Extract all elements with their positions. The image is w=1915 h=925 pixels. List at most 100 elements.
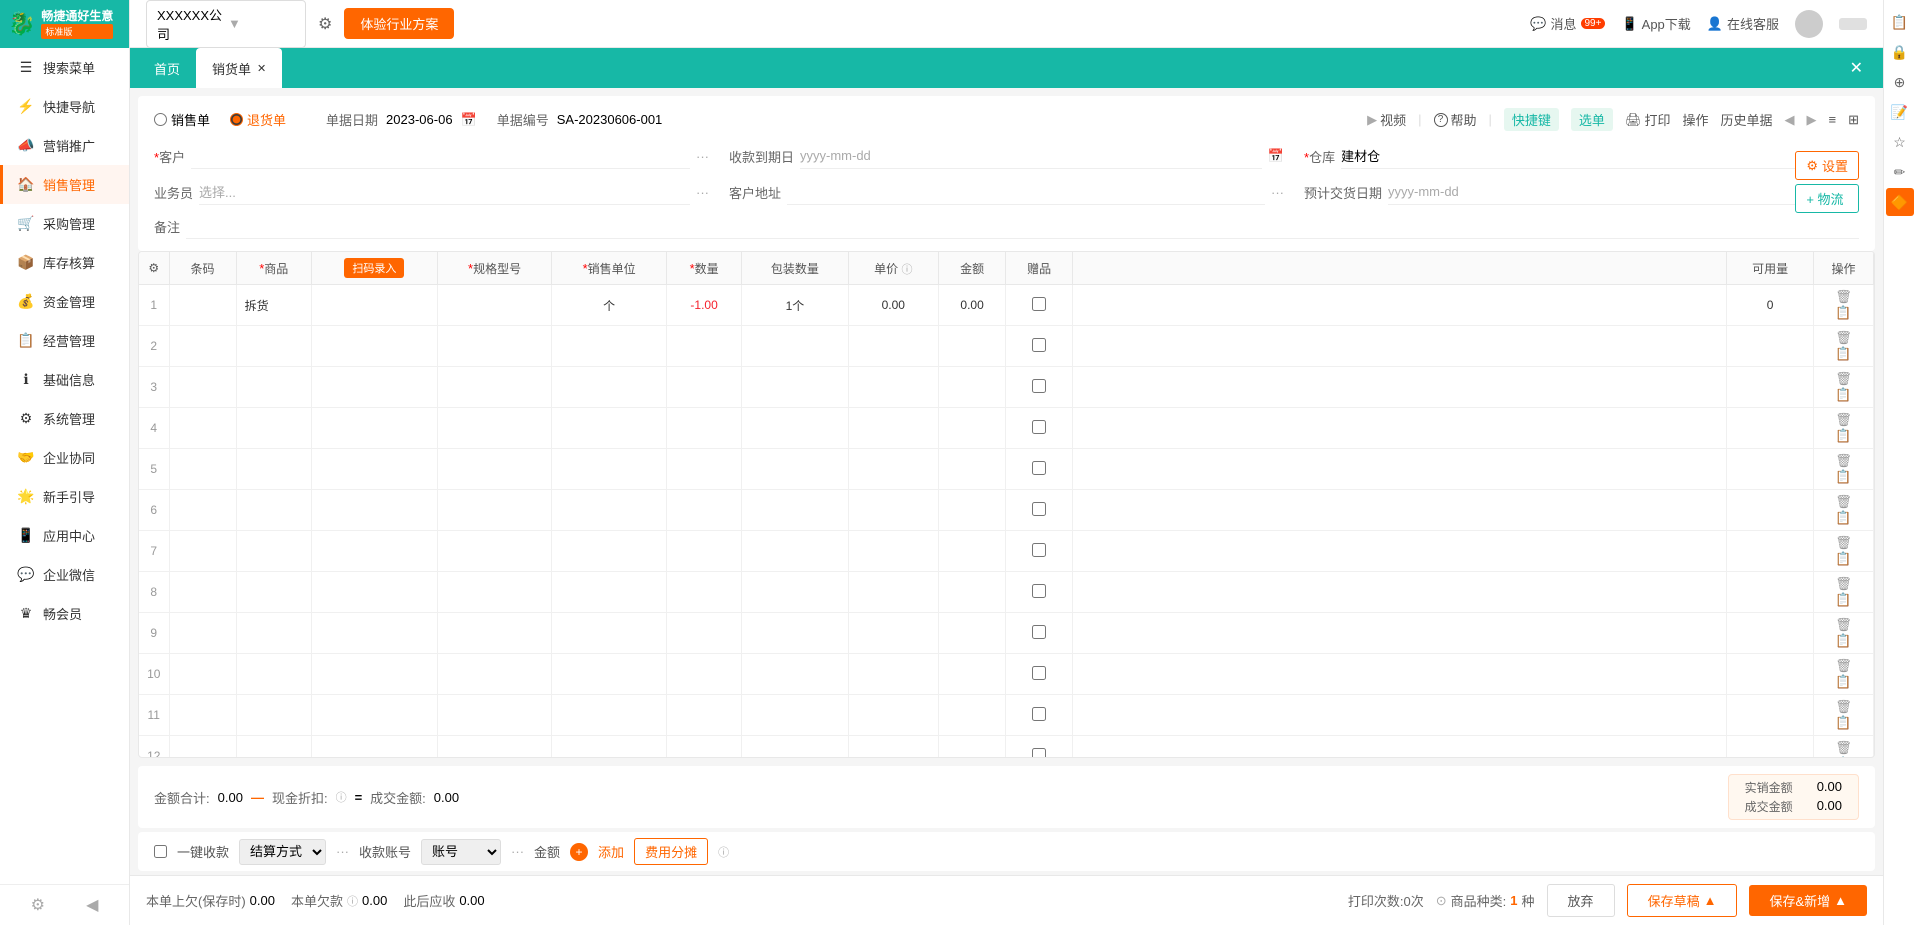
sidebar-item-quick-nav[interactable]: ⚡快捷导航	[0, 87, 129, 126]
panel-btn-5[interactable]: ☆	[1886, 128, 1914, 156]
cell-qty-2[interactable]	[666, 367, 741, 408]
copy-icon-3[interactable]: 📋	[1835, 428, 1851, 443]
radio-sales[interactable]: 销售单	[154, 110, 210, 129]
cell-amount-9[interactable]	[939, 654, 1006, 695]
sidebar-item-operations[interactable]: 📋经营管理	[0, 321, 129, 360]
cell-spec-7[interactable]	[437, 572, 552, 613]
cell-gift-11[interactable]	[1006, 736, 1073, 759]
cell-gift-6[interactable]	[1006, 531, 1073, 572]
help-discount-icon[interactable]: ⓘ	[336, 789, 347, 805]
cell-price-10[interactable]	[848, 695, 938, 736]
cell-product-6[interactable]	[236, 531, 311, 572]
experience-button[interactable]: 体验行业方案	[344, 8, 454, 39]
panel-btn-7[interactable]: 🔶	[1886, 188, 1914, 216]
expense-help-icon[interactable]: ⓘ	[718, 844, 729, 860]
delete-icon-3[interactable]: 🗑	[1835, 412, 1852, 427]
cell-amount-4[interactable]	[939, 449, 1006, 490]
cell-barcode-11[interactable]	[169, 736, 236, 759]
cell-barcode-5[interactable]	[169, 490, 236, 531]
sidebar-item-enterprise[interactable]: 🤝企业协同	[0, 438, 129, 477]
cell-price-8[interactable]	[848, 613, 938, 654]
radio-return-input[interactable]	[230, 113, 243, 126]
cell-pack-5[interactable]	[742, 490, 848, 531]
online-service-item[interactable]: 👤 在线客服	[1707, 14, 1779, 33]
delete-icon-5[interactable]: 🗑	[1835, 494, 1852, 509]
save-new-button[interactable]: 保存&新增 ▲	[1749, 885, 1867, 916]
cell-price-9[interactable]	[848, 654, 938, 695]
sidebar-item-wechat[interactable]: 💬企业微信	[0, 555, 129, 594]
sidebar-item-guide[interactable]: 🌟新手引导	[0, 477, 129, 516]
cell-qty-1[interactable]	[666, 326, 741, 367]
cell-pack-0[interactable]: 1个	[742, 285, 848, 326]
cell-amount-0[interactable]: 0.00	[939, 285, 1006, 326]
salesman-dots[interactable]: ···	[696, 185, 709, 200]
list-view-icon[interactable]: ≡	[1829, 112, 1837, 127]
cell-unit-10[interactable]	[552, 695, 667, 736]
cell-pack-3[interactable]	[742, 408, 848, 449]
cell-gift-5[interactable]	[1006, 490, 1073, 531]
gift-checkbox-1[interactable]	[1032, 338, 1046, 352]
gift-checkbox-0[interactable]	[1032, 297, 1046, 311]
panel-btn-3[interactable]: ⊕	[1886, 68, 1914, 96]
cell-pack-9[interactable]	[742, 654, 848, 695]
user-avatar2[interactable]	[1839, 18, 1867, 30]
cell-amount-11[interactable]	[939, 736, 1006, 759]
delete-icon-8[interactable]: 🗑	[1835, 617, 1852, 632]
cell-price-11[interactable]	[848, 736, 938, 759]
gift-checkbox-2[interactable]	[1032, 379, 1046, 393]
gift-checkbox-5[interactable]	[1032, 502, 1046, 516]
help-tool[interactable]: ? 帮助	[1434, 110, 1477, 129]
cell-qty-9[interactable]	[666, 654, 741, 695]
gift-checkbox-11[interactable]	[1032, 748, 1046, 759]
cell-price-2[interactable]	[848, 367, 938, 408]
copy-icon-6[interactable]: 📋	[1835, 551, 1851, 566]
select-tool[interactable]: 选单	[1571, 108, 1613, 131]
calendar-icon[interactable]: 📅	[461, 112, 477, 128]
cell-product-8[interactable]	[236, 613, 311, 654]
delete-icon-11[interactable]: 🗑	[1835, 740, 1852, 755]
salesman-input[interactable]: 选择...	[199, 179, 690, 205]
cell-barcode-4[interactable]	[169, 449, 236, 490]
tab-close-icon[interactable]: ✕	[257, 62, 266, 75]
copy-icon-1[interactable]: 📋	[1835, 346, 1851, 361]
copy-icon-8[interactable]: 📋	[1835, 633, 1851, 648]
delete-icon-10[interactable]: 🗑	[1835, 699, 1852, 714]
cell-price-0[interactable]: 0.00	[848, 285, 938, 326]
due-date-input[interactable]: yyyy-mm-dd	[800, 143, 1262, 169]
panel-btn-4[interactable]: 📝	[1886, 98, 1914, 126]
panel-btn-1[interactable]: 📋	[1886, 8, 1914, 36]
panel-btn-6[interactable]: ✏	[1886, 158, 1914, 186]
customer-addr-input[interactable]	[787, 179, 1265, 205]
cell-amount-2[interactable]	[939, 367, 1006, 408]
cell-barcode-8[interactable]	[169, 613, 236, 654]
cell-qty-3[interactable]	[666, 408, 741, 449]
delete-icon-7[interactable]: 🗑	[1835, 576, 1852, 591]
cell-gift-2[interactable]	[1006, 367, 1073, 408]
cell-pack-10[interactable]	[742, 695, 848, 736]
cell-barcode-0[interactable]	[169, 285, 236, 326]
cell-amount-10[interactable]	[939, 695, 1006, 736]
delete-icon-6[interactable]: 🗑	[1835, 535, 1852, 550]
sidebar-item-member[interactable]: ♛畅会员	[0, 594, 129, 633]
cell-gift-9[interactable]	[1006, 654, 1073, 695]
cell-gift-8[interactable]	[1006, 613, 1073, 654]
cell-unit-4[interactable]	[552, 449, 667, 490]
cell-barcode-6[interactable]	[169, 531, 236, 572]
cell-product-10[interactable]	[236, 695, 311, 736]
method-select[interactable]: 结算方式	[239, 839, 326, 865]
delete-icon-2[interactable]: 🗑	[1835, 371, 1852, 386]
logistics-button[interactable]: + 物流	[1795, 184, 1859, 213]
sidebar-item-marketing[interactable]: 📣营销推广	[0, 126, 129, 165]
cell-pack-2[interactable]	[742, 367, 848, 408]
cell-product-3[interactable]	[236, 408, 311, 449]
company-select[interactable]: XXXXXX公司 ▼	[146, 0, 306, 48]
add-payment-button[interactable]: +	[570, 843, 588, 861]
cell-unit-6[interactable]	[552, 531, 667, 572]
gift-checkbox-3[interactable]	[1032, 420, 1046, 434]
cell-pack-4[interactable]	[742, 449, 848, 490]
delete-icon-1[interactable]: 🗑	[1835, 330, 1852, 345]
sidebar-item-sales[interactable]: 🏠销售管理	[0, 165, 129, 204]
cell-barcode-10[interactable]	[169, 695, 236, 736]
cell-amount-8[interactable]	[939, 613, 1006, 654]
cell-spec-9[interactable]	[437, 654, 552, 695]
